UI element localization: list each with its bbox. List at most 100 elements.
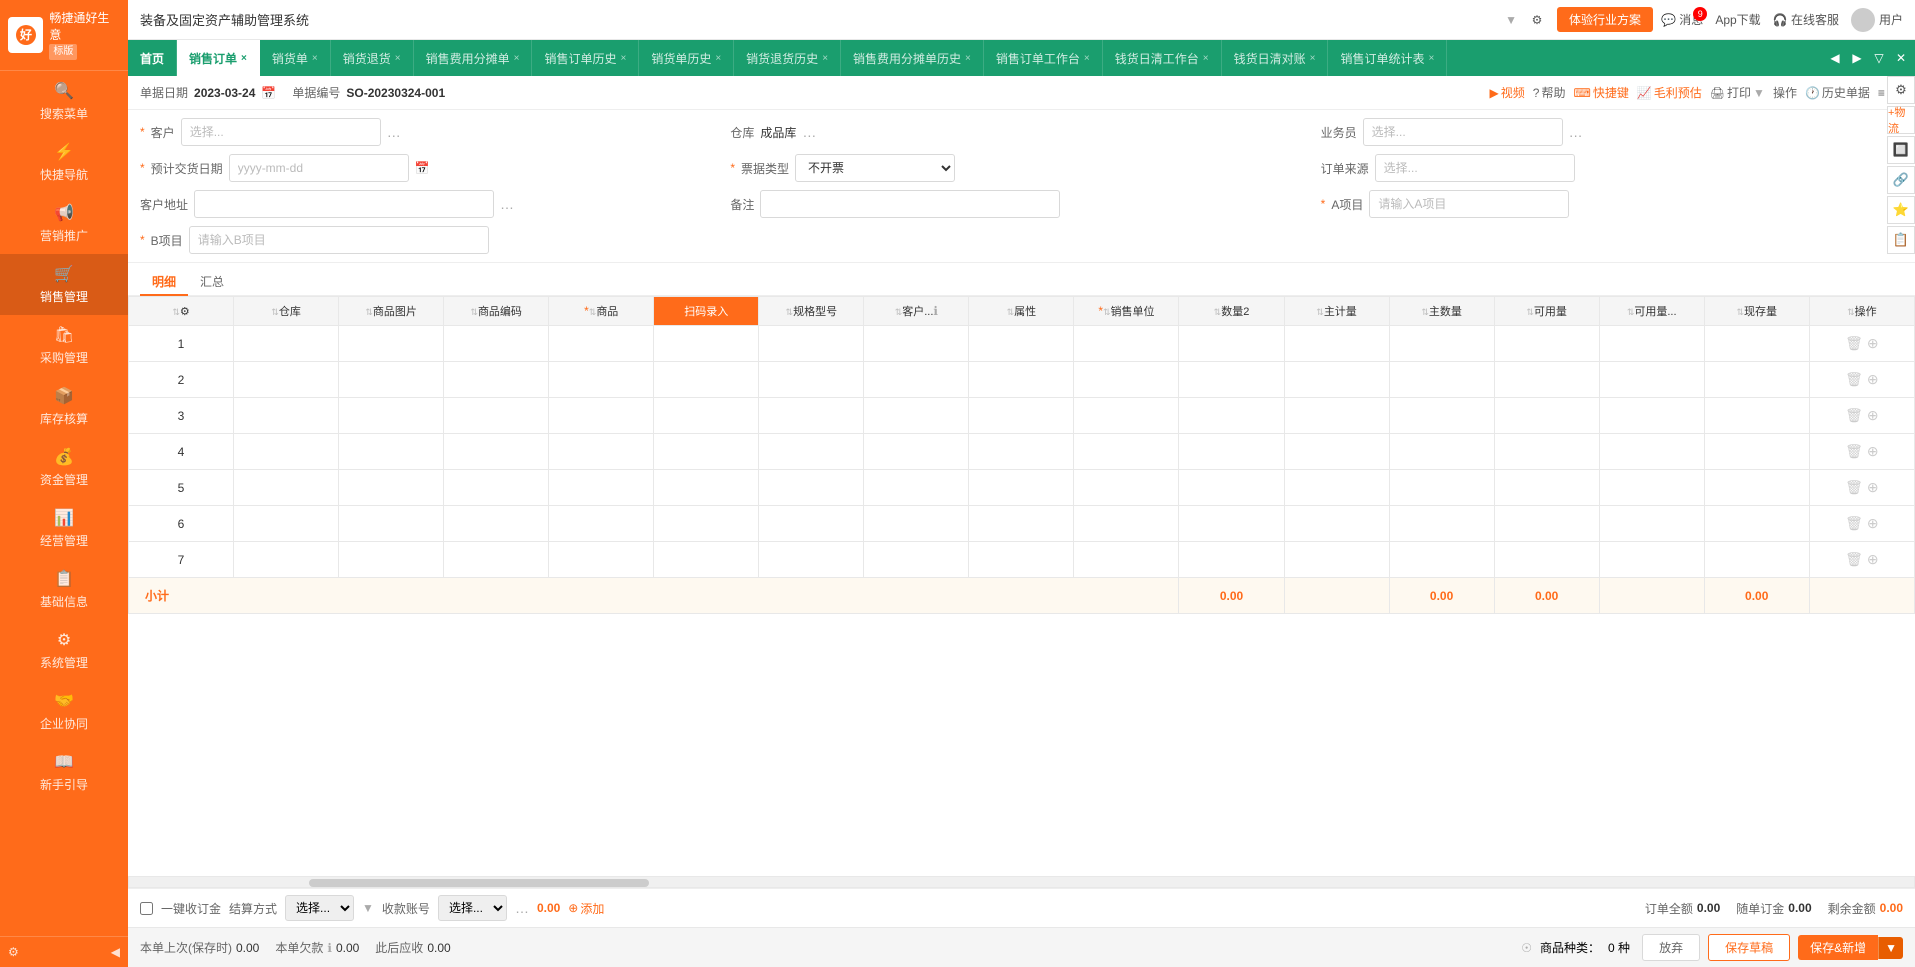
tab-8[interactable]: 销售费用分摊单历史× bbox=[841, 40, 984, 76]
cell-6-attr[interactable] bbox=[969, 542, 1074, 578]
online-service-link[interactable]: 🎧 在线客服 bbox=[1773, 11, 1839, 28]
cell-4-customer_code[interactable] bbox=[864, 470, 969, 506]
row-delete-2[interactable]: 🗑 bbox=[1845, 407, 1863, 423]
th-warehouse[interactable]: ⇅仓库 bbox=[234, 297, 339, 326]
table-tab-1[interactable]: 汇总 bbox=[188, 269, 236, 296]
cell-0-sale_unit[interactable] bbox=[1074, 326, 1179, 362]
row-delete-6[interactable]: 🗑 bbox=[1845, 551, 1863, 567]
cell-5-barcode[interactable] bbox=[654, 506, 759, 542]
b-project-input[interactable] bbox=[189, 226, 489, 254]
cell-0-stock[interactable] bbox=[1704, 326, 1809, 362]
cell-2-warehouse[interactable] bbox=[234, 398, 339, 434]
right-settings-btn[interactable]: ⚙ bbox=[1887, 76, 1915, 104]
user-area[interactable]: 用户 bbox=[1851, 8, 1903, 32]
cell-4-avail2[interactable] bbox=[1599, 470, 1704, 506]
row-copy-3[interactable]: ⊕ bbox=[1867, 443, 1879, 459]
cell-0-qty2[interactable] bbox=[1179, 326, 1284, 362]
cell-4-spec[interactable] bbox=[759, 470, 864, 506]
cell-4-sku_code[interactable] bbox=[444, 470, 549, 506]
cell-1-product[interactable] bbox=[549, 362, 654, 398]
th-barcode[interactable]: 扫码录入 bbox=[654, 297, 759, 326]
row-delete-3[interactable]: 🗑 bbox=[1845, 443, 1863, 459]
app-download-link[interactable]: App下载 bbox=[1715, 11, 1760, 28]
cell-1-attr[interactable] bbox=[969, 362, 1074, 398]
cell-1-image[interactable] bbox=[339, 362, 444, 398]
row-copy-2[interactable]: ⊕ bbox=[1867, 407, 1879, 423]
tab-close-1[interactable]: × bbox=[241, 53, 247, 64]
calendar-icon[interactable]: 📅 bbox=[261, 86, 276, 100]
cell-0-barcode[interactable] bbox=[654, 326, 759, 362]
cell-5-sale_unit[interactable] bbox=[1074, 506, 1179, 542]
right-icon1[interactable]: 🔲 bbox=[1887, 136, 1915, 164]
cell-5-sku_code[interactable] bbox=[444, 506, 549, 542]
row-copy-0[interactable]: ⊕ bbox=[1867, 335, 1879, 351]
tab-close-11[interactable]: × bbox=[1310, 53, 1316, 64]
row-delete-0[interactable]: 🗑 bbox=[1845, 335, 1863, 351]
tab-close-6[interactable]: × bbox=[715, 53, 721, 64]
cell-5-attr[interactable] bbox=[969, 506, 1074, 542]
cell-0-base_unit[interactable] bbox=[1284, 326, 1389, 362]
cell-5-base_unit[interactable] bbox=[1284, 506, 1389, 542]
cell-6-avail2[interactable] bbox=[1599, 542, 1704, 578]
customer-expand-icon[interactable]: … bbox=[387, 124, 401, 140]
sidebar-item-6[interactable]: 💰资金管理 bbox=[0, 437, 128, 498]
th-avail2[interactable]: ⇅可用量... bbox=[1599, 297, 1704, 326]
cell-2-customer_code[interactable] bbox=[864, 398, 969, 434]
row-delete-1[interactable]: 🗑 bbox=[1845, 371, 1863, 387]
layout-icon-list[interactable]: ≡ bbox=[1878, 86, 1885, 100]
tab-close-8[interactable]: × bbox=[965, 53, 971, 64]
message-badge[interactable]: 💬 9 消息 bbox=[1661, 11, 1703, 28]
cell-2-base_qty[interactable] bbox=[1389, 398, 1494, 434]
cell-6-product[interactable] bbox=[549, 542, 654, 578]
save-new-dropdown-btn[interactable]: ▼ bbox=[1878, 937, 1903, 959]
sidebar-item-11[interactable]: 📖新手引导 bbox=[0, 742, 128, 803]
tab-10[interactable]: 钱货日清工作台× bbox=[1103, 40, 1222, 76]
row-copy-4[interactable]: ⊕ bbox=[1867, 479, 1879, 495]
sidebar-item-2[interactable]: 📢营销推广 bbox=[0, 193, 128, 254]
tab-close-7[interactable]: × bbox=[822, 53, 828, 64]
operations-action[interactable]: 操作 bbox=[1773, 84, 1797, 101]
cell-3-product[interactable] bbox=[549, 434, 654, 470]
cell-3-sku_code[interactable] bbox=[444, 434, 549, 470]
delivery-calendar-icon[interactable]: 📅 bbox=[415, 161, 430, 175]
cell-0-spec[interactable] bbox=[759, 326, 864, 362]
row-delete-5[interactable]: 🗑 bbox=[1845, 515, 1863, 531]
cell-6-sale_unit[interactable] bbox=[1074, 542, 1179, 578]
cell-4-sale_unit[interactable] bbox=[1074, 470, 1179, 506]
cell-0-sku_code[interactable] bbox=[444, 326, 549, 362]
cell-1-base_unit[interactable] bbox=[1284, 362, 1389, 398]
cell-0-avail[interactable] bbox=[1494, 326, 1599, 362]
order-source-input[interactable] bbox=[1375, 154, 1575, 182]
th-sale_unit[interactable]: *⇅销售单位 bbox=[1074, 297, 1179, 326]
cell-6-barcode[interactable] bbox=[654, 542, 759, 578]
tab-9[interactable]: 销售订单工作台× bbox=[984, 40, 1103, 76]
tab-close-4[interactable]: × bbox=[514, 53, 520, 64]
cell-5-warehouse[interactable] bbox=[234, 506, 339, 542]
cell-3-warehouse[interactable] bbox=[234, 434, 339, 470]
cell-3-avail2[interactable] bbox=[1599, 434, 1704, 470]
tab-6[interactable]: 销货单历史× bbox=[639, 40, 734, 76]
sidebar-item-4[interactable]: 🛍采购管理 bbox=[0, 315, 128, 376]
shortcut-action[interactable]: ⌨ 快捷键 bbox=[1573, 84, 1628, 101]
cell-1-avail[interactable] bbox=[1494, 362, 1599, 398]
cell-3-sale_unit[interactable] bbox=[1074, 434, 1179, 470]
cell-5-image[interactable] bbox=[339, 506, 444, 542]
notes-input[interactable] bbox=[760, 190, 1060, 218]
cell-2-qty2[interactable] bbox=[1179, 398, 1284, 434]
tab-3[interactable]: 销货退货× bbox=[331, 40, 414, 76]
tab-close-all[interactable]: ✕ bbox=[1891, 48, 1911, 68]
cell-2-base_unit[interactable] bbox=[1284, 398, 1389, 434]
cell-5-stock[interactable] bbox=[1704, 506, 1809, 542]
cell-0-avail2[interactable] bbox=[1599, 326, 1704, 362]
data-table-wrapper[interactable]: ⇅⚙⇅仓库⇅商品图片⇅商品编码*⇅商品扫码录入⇅规格型号⇅客户...ℹ⇅属性*⇅… bbox=[128, 296, 1915, 876]
th-stock[interactable]: ⇅现存量 bbox=[1704, 297, 1809, 326]
cell-0-warehouse[interactable] bbox=[234, 326, 339, 362]
a-project-input[interactable] bbox=[1369, 190, 1569, 218]
tab-5[interactable]: 销售订单历史× bbox=[532, 40, 639, 76]
tab-7[interactable]: 销货退货历史× bbox=[734, 40, 841, 76]
customer-address-input[interactable] bbox=[194, 190, 494, 218]
tab-close-2[interactable]: × bbox=[312, 53, 318, 64]
cell-3-stock[interactable] bbox=[1704, 434, 1809, 470]
tab-expand-arrow[interactable]: ▽ bbox=[1869, 48, 1889, 68]
warehouse-expand-icon[interactable]: … bbox=[802, 124, 816, 140]
